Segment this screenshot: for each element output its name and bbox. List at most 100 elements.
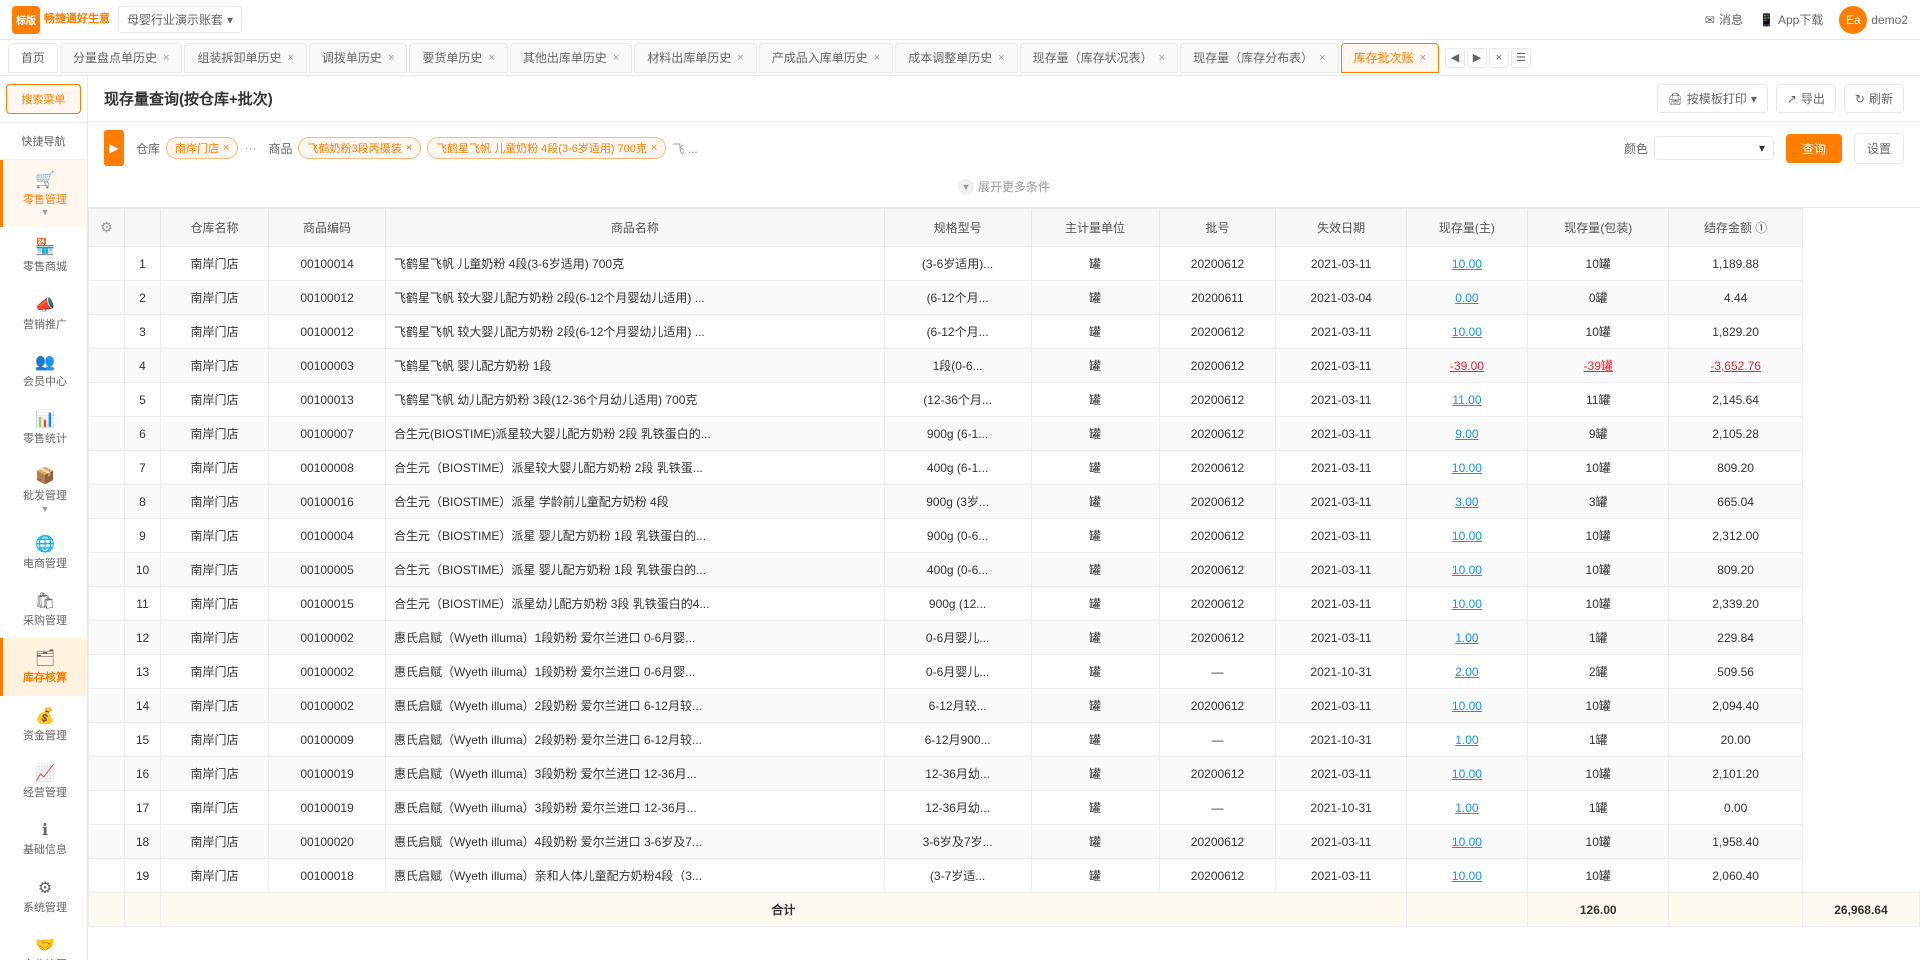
cell-stock-main[interactable]: 9.00 — [1406, 417, 1527, 451]
more-tab-arrow[interactable]: ☰ — [1511, 48, 1531, 68]
sidebar-item-marketing[interactable]: 📣 营销推广 — [0, 285, 87, 342]
sidebar-item-finance[interactable]: 💰 资金管理 — [0, 696, 87, 753]
expand-more-row[interactable]: ▼ 展开更多条件 — [104, 174, 1904, 199]
cell-stock-main[interactable]: 0.00 — [1406, 281, 1527, 315]
next-tab-arrow[interactable]: ▶ — [1467, 48, 1487, 68]
close-icon[interactable]: × — [287, 52, 293, 64]
cell-stock-main[interactable]: 10.00 — [1406, 315, 1527, 349]
sidebar-item-retail-mgmt[interactable]: 🛒 零售管理 ▼ — [0, 160, 87, 227]
query-button[interactable]: 查询 — [1786, 134, 1842, 163]
cell-stock-pkg: 10罐 — [1528, 689, 1669, 723]
cell-stock-main[interactable]: 10.00 — [1406, 757, 1527, 791]
cell-stock-pkg: 10罐 — [1528, 315, 1669, 349]
cell-stock-main[interactable]: -39.00 — [1406, 349, 1527, 383]
cell-warehouse: 南岸门店 — [161, 655, 269, 689]
sidebar-item-inventory[interactable]: 🗂 库存核算 — [0, 638, 87, 695]
tab-kucunpici[interactable]: 库存批次账 × — [1341, 43, 1439, 73]
cell-index: 11 — [125, 587, 161, 621]
tab-qitachuku[interactable]: 其他出库单历史 × — [510, 43, 632, 73]
cell-stock-main[interactable]: 10.00 — [1406, 553, 1527, 587]
close-icon[interactable]: × — [737, 52, 743, 64]
color-select[interactable]: ▾ — [1654, 136, 1774, 160]
search-menu-button[interactable]: 搜索菜单 — [6, 84, 81, 114]
warehouse-filter-more[interactable]: ··· — [244, 141, 256, 155]
sidebar-item-basic-info[interactable]: ℹ 基础信息 — [0, 810, 87, 867]
tab-chengben[interactable]: 成本调整单历史 × — [895, 43, 1017, 73]
sidebar-item-sys-mgmt[interactable]: ⚙ 系统管理 — [0, 868, 87, 925]
main-layout: 搜索菜单 快捷导航 🛒 零售管理 ▼ 🏪 零售商城 📣 营销推广 👥 会员中心 … — [0, 76, 1920, 960]
sidebar-item-member[interactable]: 👥 会员中心 — [0, 342, 87, 399]
warehouse-filter-tag[interactable]: 南岸门店 × — [166, 137, 238, 159]
close-icon[interactable]: × — [1319, 52, 1325, 64]
sidebar-item-enterprise-collab[interactable]: 🤝 企业协同 — [0, 925, 87, 960]
cell-stock-main[interactable]: 11.00 — [1406, 383, 1527, 417]
cell-spec: 900g (0-6... — [884, 519, 1031, 553]
message-action[interactable]: ✉ 消息 — [1705, 11, 1743, 28]
app-download-action[interactable]: 📱 App下载 — [1759, 11, 1823, 28]
cell-stock-main[interactable]: 10.00 — [1406, 519, 1527, 553]
cell-code: 00100015 — [269, 587, 386, 621]
close-icon[interactable]: × — [488, 52, 494, 64]
cell-stock-main[interactable]: 10.00 — [1406, 859, 1527, 893]
workspace-selector[interactable]: 母婴行业演示账套 ▾ — [118, 6, 242, 33]
settings-icon[interactable]: ⚙ — [100, 219, 113, 235]
tag-close-icon[interactable]: × — [223, 142, 229, 154]
cell-stock-main[interactable]: 3.00 — [1406, 485, 1527, 519]
export-button[interactable]: ↗ 导出 — [1776, 84, 1836, 113]
tab-zuzhuang[interactable]: 组装拆卸单历史 × — [184, 43, 306, 73]
sidebar-item-retail-stats[interactable]: 📊 零售统计 — [0, 399, 87, 456]
tab-cailiaochuku[interactable]: 材料出库单历史 × — [634, 43, 756, 73]
marketing-icon: 📣 — [7, 295, 83, 315]
cell-balance: 2,060.40 — [1669, 859, 1803, 893]
cell-stock-main[interactable]: 10.00 — [1406, 825, 1527, 859]
cell-stock-main[interactable]: 10.00 — [1406, 689, 1527, 723]
quick-nav-button[interactable]: 快捷导航 — [0, 127, 87, 155]
product-filter-tag-2[interactable]: 飞鹤星飞帆 儿童奶粉 4段(3-6岁适用) 700克 × — [427, 137, 666, 159]
set-button[interactable]: 设置 — [1854, 133, 1904, 164]
refresh-button[interactable]: ↻ 刷新 — [1844, 84, 1904, 113]
cell-stock-main[interactable]: 10.00 — [1406, 587, 1527, 621]
close-icon[interactable]: × — [163, 52, 169, 64]
sidebar-item-retail-mall[interactable]: 🏪 零售商城 — [0, 227, 87, 284]
user-profile[interactable]: Ea demo2 — [1839, 6, 1908, 34]
product-filter-tag-1[interactable]: 飞鹤奶粉3段丙摄装 × — [298, 137, 421, 159]
cell-stock-main[interactable]: 10.00 — [1406, 247, 1527, 281]
product-filter-more[interactable]: 飞 ... — [672, 140, 697, 157]
tag-close-icon[interactable]: × — [406, 142, 412, 154]
sidebar-item-ecommerce[interactable]: 🌐 电商管理 — [0, 524, 87, 581]
sidebar-item-purchase[interactable]: 🛍 采购管理 — [0, 581, 87, 638]
close-icon[interactable]: × — [613, 52, 619, 64]
close-icon[interactable]: × — [388, 52, 394, 64]
close-icon[interactable]: × — [1420, 52, 1426, 64]
tag-close-icon[interactable]: × — [651, 142, 657, 154]
print-button[interactable]: 🖨 按模板打印 ▾ — [1657, 84, 1768, 113]
sidebar-item-operations[interactable]: 📈 经营管理 — [0, 753, 87, 810]
close-icon[interactable]: × — [998, 52, 1004, 64]
cell-stock-main[interactable]: 1.00 — [1406, 791, 1527, 825]
col-settings[interactable]: ⚙ — [89, 209, 125, 247]
tab-home[interactable]: 首页 — [8, 43, 58, 73]
cell-stock-main[interactable]: 2.00 — [1406, 655, 1527, 689]
cell-stock-main[interactable]: 1.00 — [1406, 621, 1527, 655]
filter-arrow-button[interactable]: ▶ — [104, 130, 124, 166]
close-icon[interactable]: × — [1159, 52, 1165, 64]
tab-xiancunfenbu[interactable]: 现存量（库存分布表） × — [1180, 43, 1338, 73]
cell-code: 00100019 — [269, 757, 386, 791]
tab-diaobo[interactable]: 调拨单历史 × — [309, 43, 407, 73]
tab-yaohuo[interactable]: 要货单历史 × — [409, 43, 507, 73]
close-icon[interactable]: × — [874, 52, 880, 64]
cell-balance: 2,105.28 — [1669, 417, 1803, 451]
cell-stock-main[interactable]: 10.00 — [1406, 451, 1527, 485]
tab-fenliang[interactable]: 分量盘点单历史 × — [60, 43, 182, 73]
tab-label: 调拨单历史 — [322, 49, 382, 66]
sidebar-item-wholesale[interactable]: 📦 批发管理 ▼ — [0, 456, 87, 523]
prev-tab-arrow[interactable]: ◀ — [1445, 48, 1465, 68]
sidebar-item-label: 电商管理 — [7, 557, 83, 571]
cell-spec: 900g (3岁... — [884, 485, 1031, 519]
cell-stock-main[interactable]: 1.00 — [1406, 723, 1527, 757]
tab-chengpin[interactable]: 产成品入库单历史 × — [759, 43, 893, 73]
cell-balance: 1,829.20 — [1669, 315, 1803, 349]
close-tab-arrow[interactable]: × — [1489, 48, 1509, 68]
cell-balance: -3,652.76 — [1669, 349, 1803, 383]
tab-xiancunzhuangkuang[interactable]: 现存量（库存状况表） × — [1020, 43, 1178, 73]
